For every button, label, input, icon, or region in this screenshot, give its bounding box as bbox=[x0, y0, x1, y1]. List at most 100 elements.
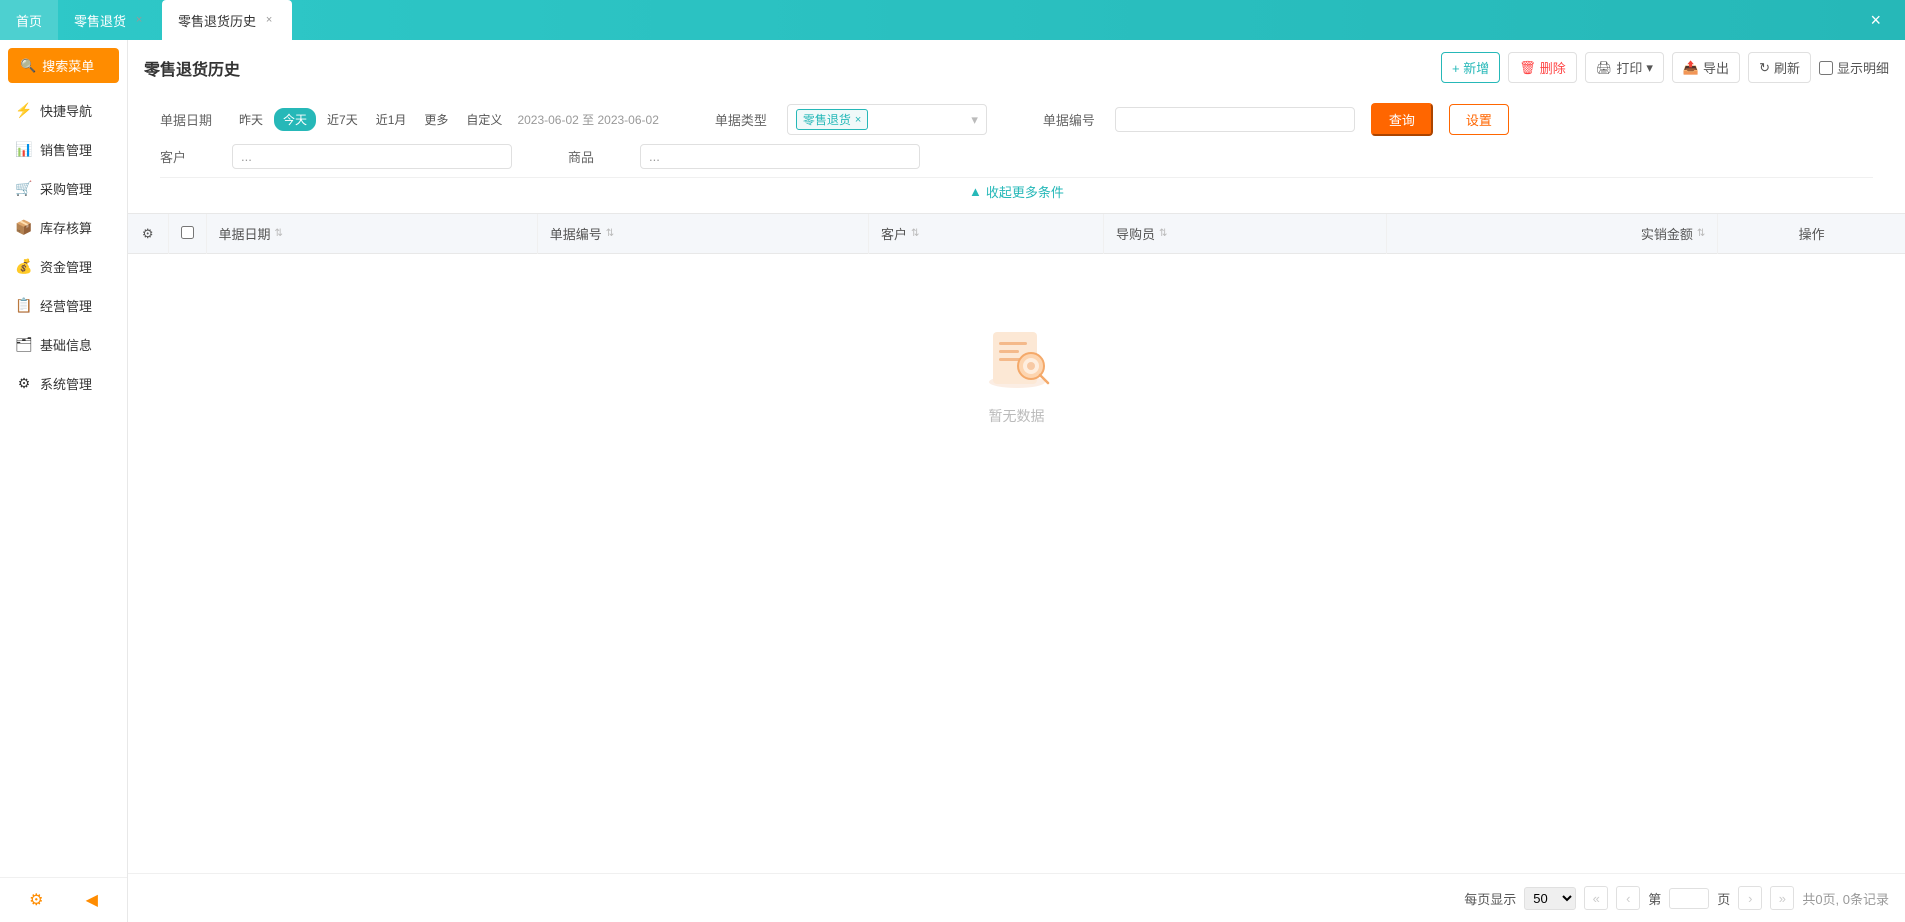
empty-state: 暂无数据 bbox=[128, 254, 1905, 486]
settings-bottom-icon[interactable]: ⚙ bbox=[29, 890, 43, 910]
column-settings-icon[interactable]: ⚙ bbox=[142, 226, 154, 241]
show-detail-checkbox[interactable] bbox=[1819, 61, 1833, 75]
page-number-input[interactable]: 1 bbox=[1669, 888, 1709, 909]
th-amount-sort[interactable]: 实销金额 ⇅ bbox=[1399, 224, 1705, 243]
tab-retail-return-history[interactable]: 零售退货历史 × bbox=[162, 0, 292, 40]
sidebar-item-purchase-mgmt[interactable]: 🛒 采购管理 bbox=[0, 169, 127, 208]
th-actions: 操作 bbox=[1718, 214, 1905, 254]
sidebar-search-label: 搜索菜单 bbox=[42, 56, 94, 75]
prev-page-button[interactable]: ‹ bbox=[1616, 886, 1640, 910]
select-all-checkbox[interactable] bbox=[181, 226, 194, 239]
delete-button[interactable]: 🗑 删除 bbox=[1508, 52, 1577, 83]
empty-text: 暂无数据 bbox=[989, 406, 1045, 426]
th-customer: 客户 ⇅ bbox=[869, 214, 1104, 254]
sidebar-item-system[interactable]: ⚙ 系统管理 bbox=[0, 364, 127, 403]
sidebar-item-quick-nav-label: 快捷导航 bbox=[40, 101, 92, 120]
table-wrapper: ⚙ 单据日期 ⇅ bbox=[128, 214, 1905, 873]
th-bill-no-sort[interactable]: 单据编号 ⇅ bbox=[550, 224, 856, 243]
th-amount-sort-icon: ⇅ bbox=[1697, 228, 1705, 239]
print-button[interactable]: 🖨 打印 ▾ bbox=[1585, 52, 1664, 83]
main-layout: 🔍 搜索菜单 ⚡ 快捷导航 📊 销售管理 🛒 采购管理 📦 库存核算 💰 资金管… bbox=[0, 40, 1905, 922]
tab-retail-return-close[interactable]: × bbox=[132, 13, 146, 27]
next-page-button[interactable]: › bbox=[1738, 886, 1762, 910]
th-guide-label: 导购员 bbox=[1116, 224, 1155, 243]
pagination: 每页显示 10 20 50 100 « ‹ 第 1 页 › » 共0页, 0条记… bbox=[128, 873, 1905, 922]
customer-filter-select[interactable]: ... bbox=[232, 144, 512, 169]
th-guide: 导购员 ⇅ bbox=[1103, 214, 1386, 254]
bill-no-input[interactable] bbox=[1115, 107, 1355, 132]
sidebar-item-inventory[interactable]: 📦 库存核算 bbox=[0, 208, 127, 247]
header-actions: + 新增 🗑 删除 🖨 打印 ▾ 📤 导出 ↻ bbox=[1441, 52, 1889, 83]
collapse-button[interactable]: ▲ 收起更多条件 bbox=[160, 177, 1873, 205]
bill-no-filter-label: 单据编号 bbox=[1043, 110, 1099, 129]
date-btn-more[interactable]: 更多 bbox=[417, 108, 455, 131]
th-settings: ⚙ bbox=[128, 214, 168, 254]
goods-filter-ellipsis: ... bbox=[649, 149, 660, 164]
date-btn-today[interactable]: 今天 bbox=[274, 108, 316, 131]
tab-bar: 首页 零售退货 × 零售退货历史 × bbox=[0, 0, 1862, 40]
top-bar-right: × bbox=[1862, 6, 1905, 35]
sidebar-item-finance[interactable]: 💰 资金管理 bbox=[0, 247, 127, 286]
settings-button[interactable]: 设置 bbox=[1449, 104, 1509, 135]
sidebar-item-sales-mgmt[interactable]: 📊 销售管理 bbox=[0, 130, 127, 169]
sidebar-item-quick-nav[interactable]: ⚡ 快捷导航 bbox=[0, 91, 127, 130]
per-page-select[interactable]: 10 20 50 100 bbox=[1524, 887, 1576, 910]
filter-area: 单据日期 昨天 今天 近7天 近1月 更多 自定义 2023-06-02 至 2… bbox=[144, 95, 1889, 213]
sidebar-item-inventory-label: 库存核算 bbox=[40, 218, 92, 237]
tab-home[interactable]: 首页 bbox=[0, 0, 58, 40]
sidebar-search[interactable]: 🔍 搜索菜单 bbox=[8, 48, 119, 83]
top-bar: 首页 零售退货 × 零售退货历史 × × bbox=[0, 0, 1905, 40]
sidebar-item-base-info[interactable]: 🗂 基础信息 bbox=[0, 325, 127, 364]
sidebar: 🔍 搜索菜单 ⚡ 快捷导航 📊 销售管理 🛒 采购管理 📦 库存核算 💰 资金管… bbox=[0, 40, 128, 922]
sales-mgmt-icon: 📊 bbox=[16, 142, 32, 158]
new-button[interactable]: + 新增 bbox=[1441, 52, 1500, 83]
goods-filter-select[interactable]: ... bbox=[640, 144, 920, 169]
type-filter-tag-close[interactable]: × bbox=[855, 114, 861, 126]
customer-filter-ellipsis: ... bbox=[241, 149, 252, 164]
page-header-top: 零售退货历史 + 新增 🗑 删除 🖨 打印 ▾ 📤 导出 bbox=[144, 52, 1889, 83]
th-actions-label: 操作 bbox=[1799, 227, 1825, 242]
finance-icon: 💰 bbox=[16, 259, 32, 275]
th-date: 单据日期 ⇅ bbox=[206, 214, 537, 254]
type-filter-tag: 零售退货 × bbox=[796, 109, 868, 130]
page-label: 页 bbox=[1717, 889, 1730, 908]
window-close-button[interactable]: × bbox=[1862, 6, 1889, 35]
th-customer-label: 客户 bbox=[881, 224, 907, 243]
sidebar-item-operations[interactable]: 📋 经营管理 bbox=[0, 286, 127, 325]
refresh-button[interactable]: ↻ 刷新 bbox=[1748, 52, 1811, 83]
th-check bbox=[168, 214, 206, 254]
last-page-button[interactable]: » bbox=[1770, 886, 1794, 910]
th-bill-no-sort-icon: ⇅ bbox=[606, 228, 614, 239]
type-filter-select[interactable]: 零售退货 × ▾ bbox=[787, 104, 987, 135]
content-area: ⚙ 单据日期 ⇅ bbox=[128, 214, 1905, 922]
date-btn-7days[interactable]: 近7天 bbox=[320, 108, 365, 131]
date-btn-custom[interactable]: 自定义 bbox=[459, 108, 509, 131]
th-guide-sort[interactable]: 导购员 ⇅ bbox=[1116, 224, 1374, 243]
quick-nav-icon: ⚡ bbox=[16, 103, 32, 119]
show-detail-label[interactable]: 显示明细 bbox=[1819, 58, 1889, 77]
main-content: 零售退货历史 + 新增 🗑 删除 🖨 打印 ▾ 📤 导出 bbox=[128, 40, 1905, 922]
th-customer-sort[interactable]: 客户 ⇅ bbox=[881, 224, 1091, 243]
th-date-sort[interactable]: 单据日期 ⇅ bbox=[219, 224, 525, 243]
tab-retail-return[interactable]: 零售退货 × bbox=[58, 0, 162, 40]
type-filter-label: 单据类型 bbox=[715, 110, 771, 129]
first-page-button[interactable]: « bbox=[1584, 886, 1608, 910]
customer-filter-label: 客户 bbox=[160, 147, 216, 166]
tab-retail-return-history-close[interactable]: × bbox=[262, 13, 276, 27]
sidebar-item-base-info-label: 基础信息 bbox=[40, 335, 92, 354]
export-button[interactable]: 📤 导出 bbox=[1672, 52, 1740, 83]
date-btn-1month[interactable]: 近1月 bbox=[369, 108, 414, 131]
th-date-sort-icon: ⇅ bbox=[275, 228, 283, 239]
filter-row-2: 客户 ... 商品 ... bbox=[160, 144, 1873, 169]
tab-home-label: 首页 bbox=[16, 11, 42, 30]
inventory-icon: 📦 bbox=[16, 220, 32, 236]
query-button[interactable]: 查询 bbox=[1371, 103, 1433, 136]
data-table: ⚙ 单据日期 ⇅ bbox=[128, 214, 1905, 254]
sidebar-item-sales-mgmt-label: 销售管理 bbox=[40, 140, 92, 159]
tab-retail-return-label: 零售退货 bbox=[74, 11, 126, 30]
delete-icon: 🗑 bbox=[1519, 60, 1536, 76]
date-btn-yesterday[interactable]: 昨天 bbox=[232, 108, 270, 131]
table-header-row: ⚙ 单据日期 ⇅ bbox=[128, 214, 1905, 254]
type-filter-dropdown-icon: ▾ bbox=[971, 112, 978, 128]
collapse-sidebar-icon[interactable]: ◀ bbox=[86, 890, 98, 910]
